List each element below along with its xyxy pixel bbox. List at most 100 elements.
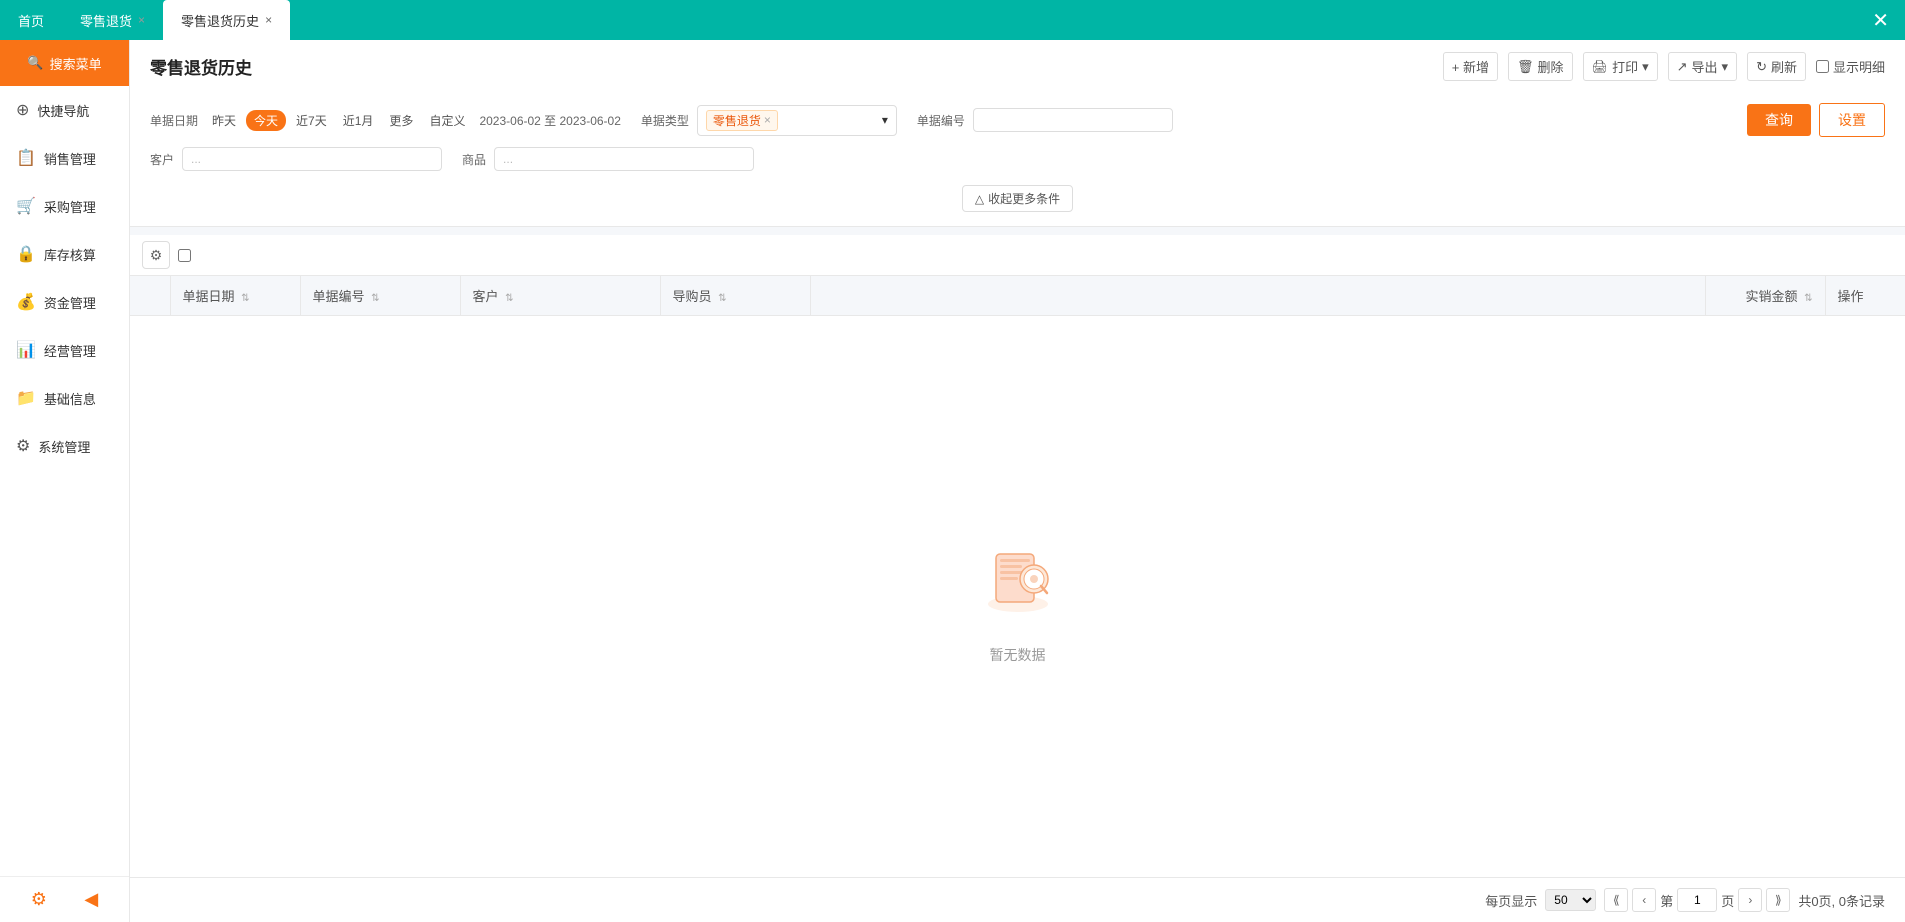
pagination: 每页显示 102050100 ⟪ ‹ 第 页 › ⟫ 共0页, 0条记录 (130, 877, 1905, 922)
sidebar-label-inventory: 库存核算 (44, 245, 96, 264)
sidebar-icon-basic: 📁 (16, 388, 36, 408)
col-header-spacer (810, 276, 1705, 316)
date-opt-近1月[interactable]: 近1月 (337, 110, 380, 131)
sidebar-label-basic: 基础信息 (44, 389, 96, 408)
sidebar-label-purchase: 采购管理 (44, 197, 96, 216)
page-label: 第 (1660, 891, 1673, 910)
date-range: 2023-06-02 至 2023-06-02 (479, 112, 620, 129)
sidebar-icon-finance: 💰 (16, 292, 36, 312)
date-opt-今天[interactable]: 今天 (246, 110, 286, 131)
empty-icon (968, 529, 1068, 629)
sidebar-item-finance[interactable]: 💰 资金管理 (0, 278, 129, 326)
prev-page-button[interactable]: ‹ (1632, 888, 1656, 912)
header-actions: + 新增 🗑 删除 🖨 打印 ▾ ↗ 导出 ▾ (1443, 52, 1885, 81)
print-icon: 🖨 (1592, 59, 1609, 75)
sidebar-icon-system: ⚙ (16, 436, 30, 456)
table-toolbar: ⚙ (130, 235, 1905, 276)
goods-select[interactable]: ... (494, 147, 754, 171)
col-header-check (130, 276, 170, 316)
col-header-guide[interactable]: 导购员 ⇅ (660, 276, 810, 316)
query-button[interactable]: 查询 (1747, 104, 1811, 136)
per-page-select[interactable]: 102050100 (1545, 889, 1596, 911)
date-opt-近7天[interactable]: 近7天 (290, 110, 333, 131)
add-button[interactable]: + 新增 (1443, 52, 1498, 81)
sidebar-item-sales[interactable]: 📋 销售管理 (0, 134, 129, 182)
show-detail-checkbox[interactable] (1816, 60, 1829, 73)
tab-list: 首页零售退货×零售退货历史× (0, 0, 1872, 40)
sidebar: 🔍 搜索菜单 ⊕快捷导航 📋 销售管理 🛒采购管理 🔒 库存核算 💰 资金管理 📊经营管理 📁 基础… (0, 40, 130, 922)
tab-return[interactable]: 零售退货× (62, 0, 163, 40)
collapse-chevron-icon: △ (975, 192, 984, 206)
date-opt-更多[interactable]: 更多 (383, 110, 419, 131)
customer-select[interactable]: ... (182, 147, 442, 171)
filter-area: 单据日期 昨天今天近7天近1月更多自定义 2023-06-02 至 2023-0… (150, 93, 1885, 226)
id-filter-group: 单据编号 (917, 108, 1173, 132)
print-button[interactable]: 🖨 打印 ▾ (1583, 52, 1658, 81)
type-tag-close[interactable]: × (764, 113, 771, 127)
sidebar-item-operation[interactable]: 📊经营管理 (0, 326, 129, 374)
type-select[interactable]: 零售退货 × ▾ (697, 105, 897, 136)
sidebar-item-system[interactable]: ⚙ 系统管理 (0, 422, 129, 470)
filter-settings-button[interactable]: 设置 (1819, 103, 1885, 137)
delete-button[interactable]: 🗑 删除 (1508, 52, 1573, 81)
sidebar-item-purchase[interactable]: 🛒采购管理 (0, 182, 129, 230)
close-window-icon[interactable]: ✕ (1872, 8, 1889, 33)
date-filter-label: 单据日期 (150, 112, 198, 129)
customer-label: 客户 (150, 151, 174, 168)
date-opt-昨天[interactable]: 昨天 (206, 110, 242, 131)
refresh-icon: ↻ (1756, 59, 1767, 75)
table-gear-button[interactable]: ⚙ (142, 241, 170, 269)
collapse-button[interactable]: △ 收起更多条件 (962, 185, 1073, 212)
page-input[interactable] (1677, 888, 1717, 912)
export-button[interactable]: ↗ 导出 ▾ (1668, 52, 1737, 81)
col-header-customer[interactable]: 客户 ⇅ (460, 276, 660, 316)
select-all-checkbox[interactable] (178, 249, 191, 262)
show-detail-checkbox-label[interactable]: 显示明细 (1816, 57, 1885, 76)
date-opt-自定义[interactable]: 自定义 (423, 110, 471, 131)
col-header-id[interactable]: 单据编号 ⇅ (300, 276, 460, 316)
sort-customer-icon: ⇅ (505, 293, 513, 304)
sidebar-bottom: ⚙ ◀ (0, 876, 129, 922)
sidebar-label-sales: 销售管理 (44, 149, 96, 168)
col-header-date[interactable]: 单据日期 ⇅ (170, 276, 300, 316)
type-tag: 零售退货 × (706, 110, 778, 131)
table-container: ⚙ 单据日期 ⇅ 单据编号 ⇅ (130, 235, 1905, 922)
sidebar-icon-inventory: 🔒 (16, 244, 36, 264)
sidebar-search[interactable]: 🔍 搜索菜单 (0, 40, 129, 86)
sidebar-items: ⊕快捷导航 📋 销售管理 🛒采购管理 🔒 库存核算 💰 资金管理 📊经营管理 📁 基础信息 ⚙ 系统管理 (0, 86, 129, 470)
settings-icon[interactable]: ⚙ (31, 889, 47, 910)
customer-filter-group: 客户 ... (150, 147, 442, 171)
filter-row-1: 单据日期 昨天今天近7天近1月更多自定义 2023-06-02 至 2023-0… (150, 103, 1885, 137)
sort-amount-icon: ⇅ (1804, 293, 1812, 304)
sidebar-icon-operation: 📊 (16, 340, 36, 360)
id-filter-input[interactable] (973, 108, 1173, 132)
delete-icon: 🗑 (1517, 59, 1534, 75)
next-page-button[interactable]: › (1738, 888, 1762, 912)
col-header-ops: 操作 (1825, 276, 1905, 316)
empty-text: 暂无数据 (990, 645, 1046, 665)
layout: 🔍 搜索菜单 ⊕快捷导航 📋 销售管理 🛒采购管理 🔒 库存核算 💰 资金管理 📊经营管理 📁 基础… (0, 40, 1905, 922)
empty-state: 暂无数据 (130, 316, 1905, 877)
collapse-icon[interactable]: ◀ (84, 889, 98, 910)
col-header-amount[interactable]: 实销金额 ⇅ (1705, 276, 1825, 316)
page-nav: ⟪ ‹ 第 页 › ⟫ (1604, 888, 1790, 912)
tab-return-history[interactable]: 零售退货历史× (163, 0, 290, 40)
tab-close-return[interactable]: × (138, 13, 145, 27)
tab-close-return-history[interactable]: × (265, 13, 272, 27)
last-page-button[interactable]: ⟫ (1766, 888, 1790, 912)
goods-label: 商品 (462, 151, 486, 168)
sidebar-label-finance: 资金管理 (44, 293, 96, 312)
first-page-button[interactable]: ⟪ (1604, 888, 1628, 912)
top-bar: 首页零售退货×零售退货历史× ✕ (0, 0, 1905, 40)
sidebar-item-inventory[interactable]: 🔒 库存核算 (0, 230, 129, 278)
refresh-button[interactable]: ↻ 刷新 (1747, 52, 1806, 81)
page-header: 零售退货历史 + 新增 🗑 删除 🖨 打印 ▾ ↗ 导出 (130, 40, 1905, 227)
sidebar-label-system: 系统管理 (38, 437, 90, 456)
sidebar-icon-sales: 📋 (16, 148, 36, 168)
table-header-row: 单据日期 ⇅ 单据编号 ⇅ 客户 ⇅ (130, 276, 1905, 316)
data-table: 单据日期 ⇅ 单据编号 ⇅ 客户 ⇅ (130, 276, 1905, 316)
sidebar-item-basic[interactable]: 📁 基础信息 (0, 374, 129, 422)
tab-home[interactable]: 首页 (0, 0, 62, 40)
sidebar-item-quick-nav[interactable]: ⊕快捷导航 (0, 86, 129, 134)
type-filter-group: 单据类型 零售退货 × ▾ (641, 105, 897, 136)
